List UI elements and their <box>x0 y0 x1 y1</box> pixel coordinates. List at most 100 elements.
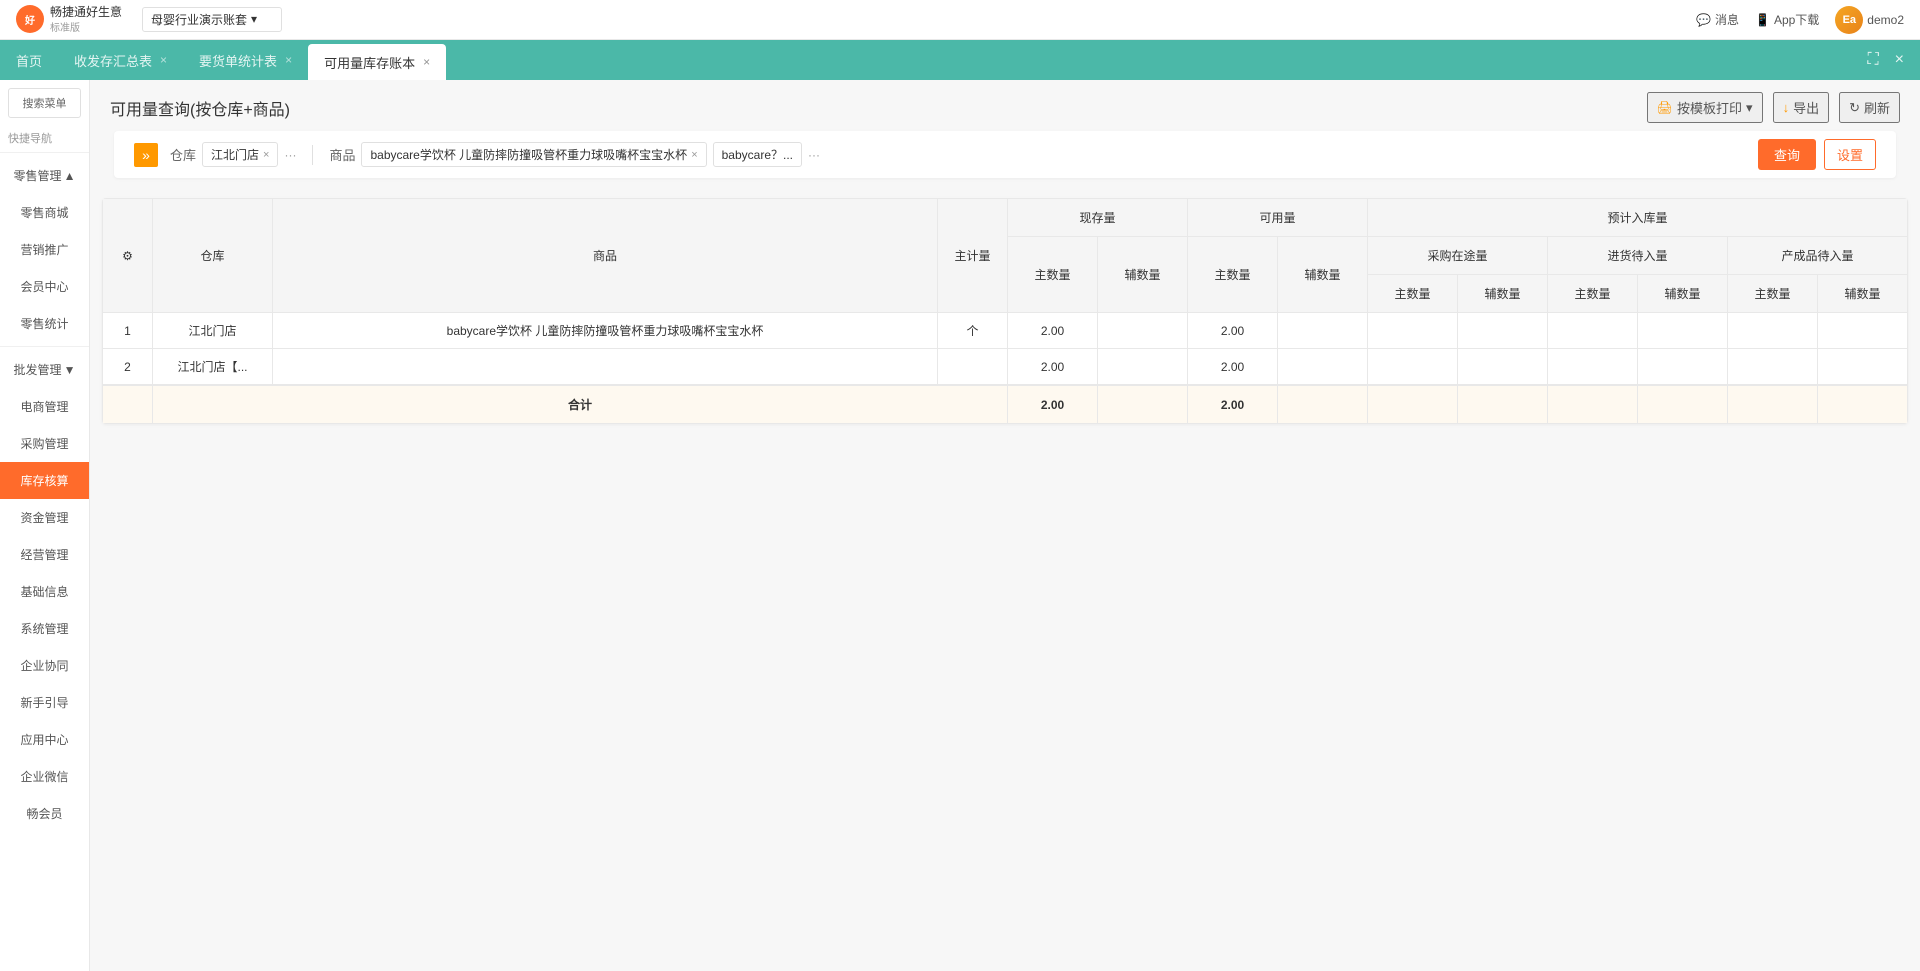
sidebar-item-sys[interactable]: 系统管理 <box>0 610 89 647</box>
tab-receive-close[interactable]: × <box>160 53 167 67</box>
th-fin-aux: 辅数量 <box>1818 275 1908 313</box>
sidebar-item-new-guide[interactable]: 新手引导 <box>0 684 89 721</box>
filter-product-value-2: babycare？... <box>722 146 793 163</box>
row2-stock-main: 2.00 <box>1008 349 1098 386</box>
filter-product-value-1: babycare学饮杯 儿童防摔防撞吸管杯重力球吸嘴杯宝宝水杯 <box>370 146 687 163</box>
query-button[interactable]: 查询 <box>1758 139 1816 170</box>
tab-demand-label: 要货单统计表 <box>199 51 277 70</box>
th-avail-main: 主数量 <box>1188 237 1278 313</box>
sidebar-item-wholesale[interactable]: 批发管理 ▼ <box>0 351 89 388</box>
page-actions: 🖨 按模板打印 ▾ ↓ 导出 ↻ 刷新 <box>1647 92 1901 123</box>
top-bar-left: 好 畅捷通好生意 标准版 母婴行业演示账套 ▾ <box>16 5 282 34</box>
search-menu-button[interactable]: 搜索菜单 <box>8 88 81 118</box>
sidebar-item-marketing[interactable]: 营销推广 <box>0 231 89 268</box>
table-container: ⚙ 仓库 商品 主计量 现存量 可用量 预计入库量 主数量 辅数量 主数量 辅数… <box>90 186 1920 971</box>
sidebar-item-ops-label: 经营管理 <box>20 546 68 563</box>
th-warehouse: 仓库 <box>153 199 273 313</box>
sidebar-item-app-center[interactable]: 应用中心 <box>0 721 89 758</box>
export-button[interactable]: ↓ 导出 <box>1773 92 1830 123</box>
sidebar-item-enterprise[interactable]: 企业协同 <box>0 647 89 684</box>
filter-expand-button[interactable]: » <box>134 143 158 167</box>
filter-product-remove-icon-1[interactable]: × <box>691 149 697 161</box>
sidebar-item-enterprise-wx[interactable]: 企业微信 <box>0 758 89 795</box>
logo-sub: 标准版 <box>50 19 122 34</box>
tab-available[interactable]: 可用量库存账本 × <box>308 44 446 80</box>
footer-stock-main: 2.00 <box>1008 385 1098 424</box>
sidebar-item-finance[interactable]: 资金管理 <box>0 499 89 536</box>
tab-available-close[interactable]: × <box>423 55 430 69</box>
row2-goods-aux <box>1638 349 1728 386</box>
th-stock-main: 主数量 <box>1008 237 1098 313</box>
filter-warehouse-remove-icon[interactable]: × <box>263 149 269 161</box>
filter-warehouse-value: 江北门店 <box>211 146 259 163</box>
tenant-name: 母婴行业演示账套 <box>151 11 247 28</box>
footer-empty-1 <box>103 385 153 424</box>
filter-warehouse-label: 仓库 <box>170 145 196 164</box>
sidebar-item-ops[interactable]: 经营管理 <box>0 536 89 573</box>
sidebar-item-member[interactable]: 会员中心 <box>0 268 89 305</box>
th-goods-aux: 辅数量 <box>1638 275 1728 313</box>
row2-unit <box>938 349 1008 386</box>
data-table: ⚙ 仓库 商品 主计量 现存量 可用量 预计入库量 主数量 辅数量 主数量 辅数… <box>102 198 1908 424</box>
tab-receive[interactable]: 收发存汇总表 × <box>58 40 183 80</box>
sidebar-item-retail-mgmt[interactable]: 零售管理 ▲ <box>0 157 89 194</box>
sidebar-item-retail-mall[interactable]: 零售商城 <box>0 194 89 231</box>
filter-product-tag-1: babycare学饮杯 儿童防摔防撞吸管杯重力球吸嘴杯宝宝水杯 × <box>361 142 706 167</box>
row1-fin-aux <box>1818 313 1908 349</box>
row1-unit: 个 <box>938 313 1008 349</box>
page-title: 可用量查询(按仓库+商品) <box>110 96 290 120</box>
tab-home[interactable]: 首页 <box>0 40 58 80</box>
tenant-chevron-icon: ▾ <box>251 12 257 26</box>
chevron-down-icon: ▼ <box>64 363 76 377</box>
sidebar-item-enterprise-label: 企业协同 <box>20 657 68 674</box>
th-current-stock: 现存量 <box>1008 199 1188 237</box>
chevron-icon: ▲ <box>64 169 76 183</box>
row2-product <box>273 349 938 386</box>
table-row: 1 江北门店 babycare学饮杯 儿童防摔防撞吸管杯重力球吸嘴杯宝宝水杯 个… <box>103 313 1908 349</box>
sidebar-item-retail-mall-label: 零售商城 <box>20 204 68 221</box>
settings-button[interactable]: 设置 <box>1824 139 1876 170</box>
refresh-button[interactable]: ↻ 刷新 <box>1839 92 1900 123</box>
tab-bar: 首页 收发存汇总表 × 要货单统计表 × 可用量库存账本 × ⛶ × <box>0 40 1920 80</box>
logo-text: 畅捷通好生意 <box>50 5 122 19</box>
sidebar-search[interactable]: 搜索菜单 <box>0 80 89 126</box>
print-label: 按模板打印 <box>1677 98 1742 117</box>
message-button[interactable]: 💬 消息 <box>1696 11 1739 28</box>
fullscreen-icon[interactable]: ⛶ <box>1863 47 1882 73</box>
sidebar-item-vip[interactable]: 畅会员 <box>0 795 89 832</box>
filter-bar: » 仓库 江北门店 × ··· 商品 babycare学饮杯 儿童防摔防撞吸管杯… <box>114 131 1896 178</box>
row2-goods-main <box>1548 349 1638 386</box>
sidebar-item-vip-label: 畅会员 <box>26 805 62 822</box>
tab-bar-right: ⛶ × <box>1863 47 1920 73</box>
footer-fin-main <box>1728 385 1818 424</box>
tab-demand[interactable]: 要货单统计表 × <box>183 40 308 80</box>
sidebar-divider-2 <box>0 346 89 347</box>
sidebar-item-purchase[interactable]: 采购管理 <box>0 425 89 462</box>
print-icon: 🖨 <box>1657 100 1674 116</box>
footer-label: 合计 <box>153 385 1008 424</box>
app-download-button[interactable]: 📱 App下载 <box>1755 11 1819 28</box>
th-product: 商品 <box>273 199 938 313</box>
tab-available-label: 可用量库存账本 <box>324 53 415 72</box>
user-area[interactable]: Ea demo2 <box>1835 6 1904 34</box>
filter-warehouse-more-icon[interactable]: ··· <box>284 148 296 162</box>
sidebar: 搜索菜单 快捷导航 零售管理 ▲ 零售商城 营销推广 会员中心 零售统计 批发管… <box>0 80 90 971</box>
filter-product-more-icon[interactable]: ··· <box>808 148 820 162</box>
tab-bar-close-icon[interactable]: × <box>1891 47 1908 73</box>
sidebar-item-base[interactable]: 基础信息 <box>0 573 89 610</box>
th-goods-pending: 进货待入量 <box>1548 237 1728 275</box>
row2-avail-aux <box>1278 349 1368 386</box>
sidebar-item-retail-stats[interactable]: 零售统计 <box>0 305 89 342</box>
row1-goods-main <box>1548 313 1638 349</box>
row1-goods-aux <box>1638 313 1728 349</box>
sidebar-item-ecommerce[interactable]: 电商管理 <box>0 388 89 425</box>
print-button[interactable]: 🖨 按模板打印 ▾ <box>1647 92 1763 123</box>
sidebar-item-app-center-label: 应用中心 <box>20 731 68 748</box>
sidebar-item-member-label: 会员中心 <box>20 278 68 295</box>
tenant-select[interactable]: 母婴行业演示账套 ▾ <box>142 7 282 32</box>
tab-demand-close[interactable]: × <box>285 53 292 67</box>
th-stock-aux: 辅数量 <box>1098 237 1188 313</box>
mobile-icon: 📱 <box>1755 13 1770 27</box>
sidebar-item-inventory[interactable]: 库存核算 <box>0 462 89 499</box>
logo-area: 好 畅捷通好生意 标准版 <box>16 5 122 34</box>
